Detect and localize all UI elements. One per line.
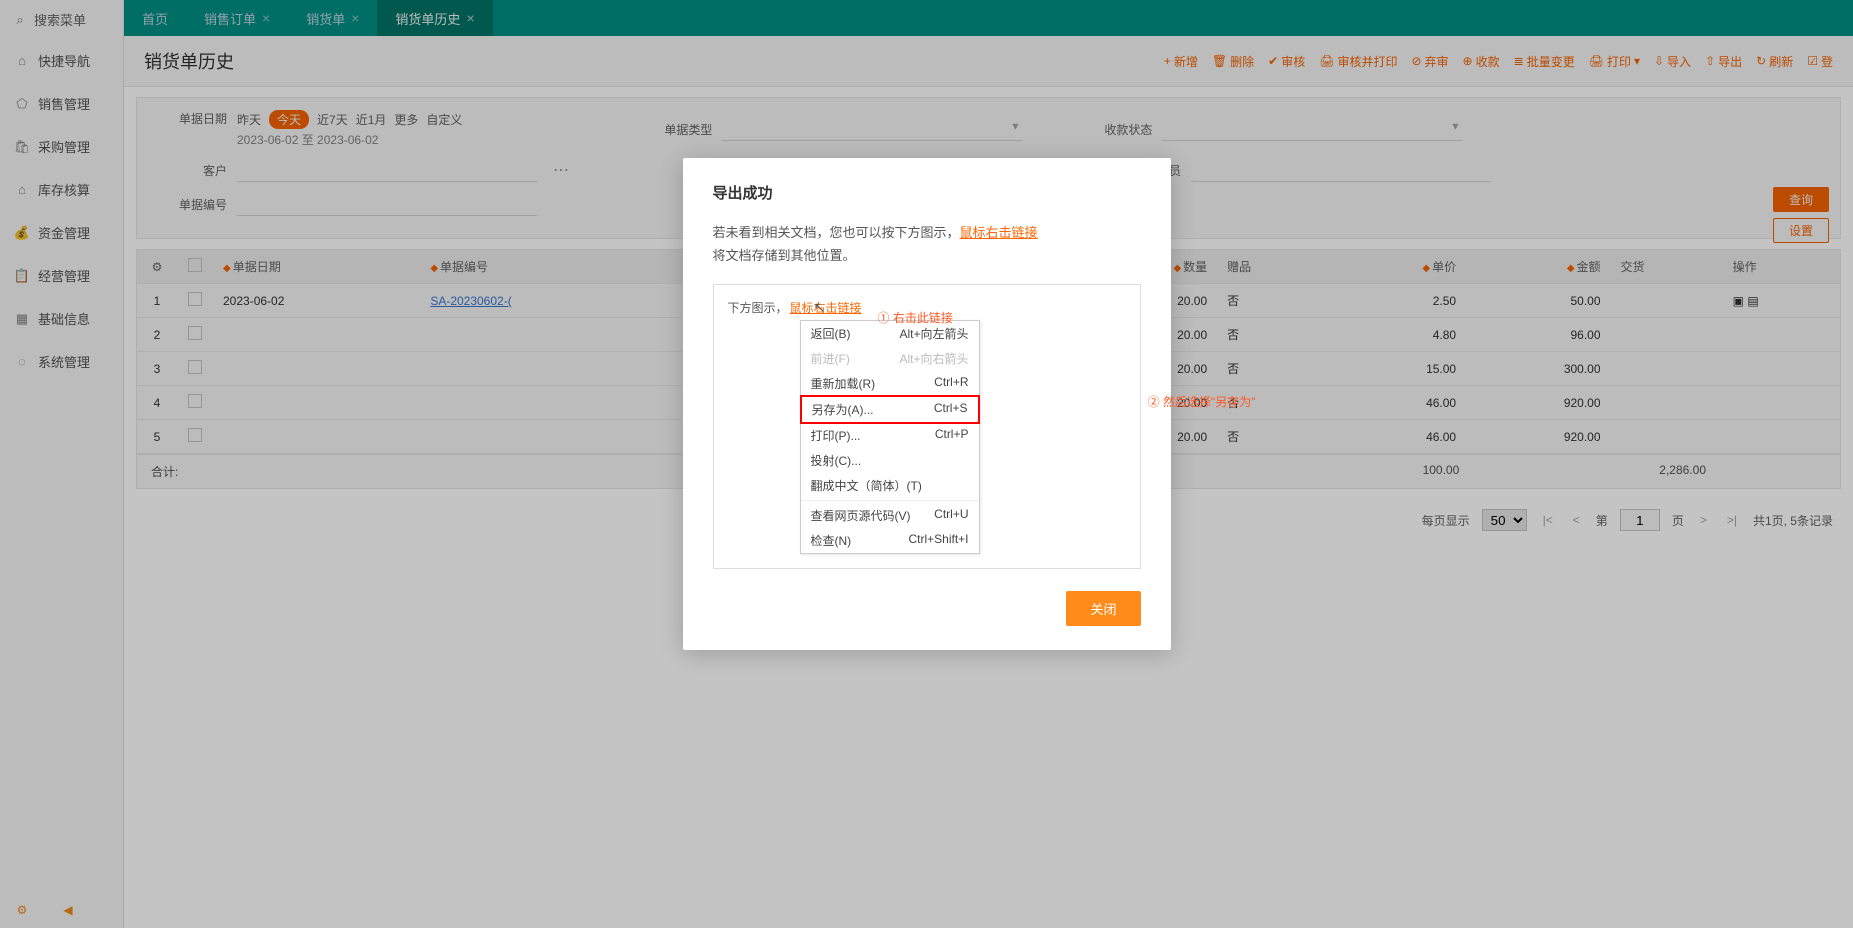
export-success-modal: 导出成功 若未看到相关文档，您也可以按下方图示，鼠标右击链接 将文档存储到其他位… bbox=[683, 158, 1171, 650]
ctx-item: 重新加载(R)Ctrl+R bbox=[801, 371, 979, 396]
close-button[interactable]: 关闭 bbox=[1066, 591, 1140, 626]
ctx-item: 检查(N)Ctrl+Shift+I bbox=[801, 528, 979, 553]
ctx-item: 打印(P)...Ctrl+P bbox=[801, 423, 979, 448]
ctx-item: 前进(F)Alt+向右箭头 bbox=[801, 346, 979, 371]
context-menu: 返回(B)Alt+向左箭头前进(F)Alt+向右箭头重新加载(R)Ctrl+R另… bbox=[800, 320, 980, 554]
cursor-icon: ↖ bbox=[814, 299, 826, 316]
ctx-item: 翻成中文（简体）(T) bbox=[801, 473, 979, 498]
annotation-2: ② 然后选择"另存为" bbox=[1148, 393, 1256, 410]
ctx-item: 投射(C)... bbox=[801, 448, 979, 473]
right-click-link[interactable]: 鼠标右击链接 bbox=[960, 225, 1038, 240]
modal-overlay[interactable]: 导出成功 若未看到相关文档，您也可以按下方图示，鼠标右击链接 将文档存储到其他位… bbox=[0, 0, 1853, 928]
annotation-1: ① 右击此链接 bbox=[878, 309, 953, 326]
instruction-image: 下方图示，鼠标右击链接 ↖ ① 右击此链接 返回(B)Alt+向左箭头前进(F)… bbox=[713, 284, 1141, 569]
ctx-item: 另存为(A)...Ctrl+S bbox=[800, 395, 980, 424]
modal-description: 若未看到相关文档，您也可以按下方图示，鼠标右击链接 将文档存储到其他位置。 bbox=[713, 221, 1141, 268]
demo-link: 鼠标右击链接 bbox=[790, 299, 862, 316]
ctx-item: 查看网页源代码(V)Ctrl+U bbox=[801, 500, 979, 528]
modal-title: 导出成功 bbox=[713, 182, 1141, 203]
